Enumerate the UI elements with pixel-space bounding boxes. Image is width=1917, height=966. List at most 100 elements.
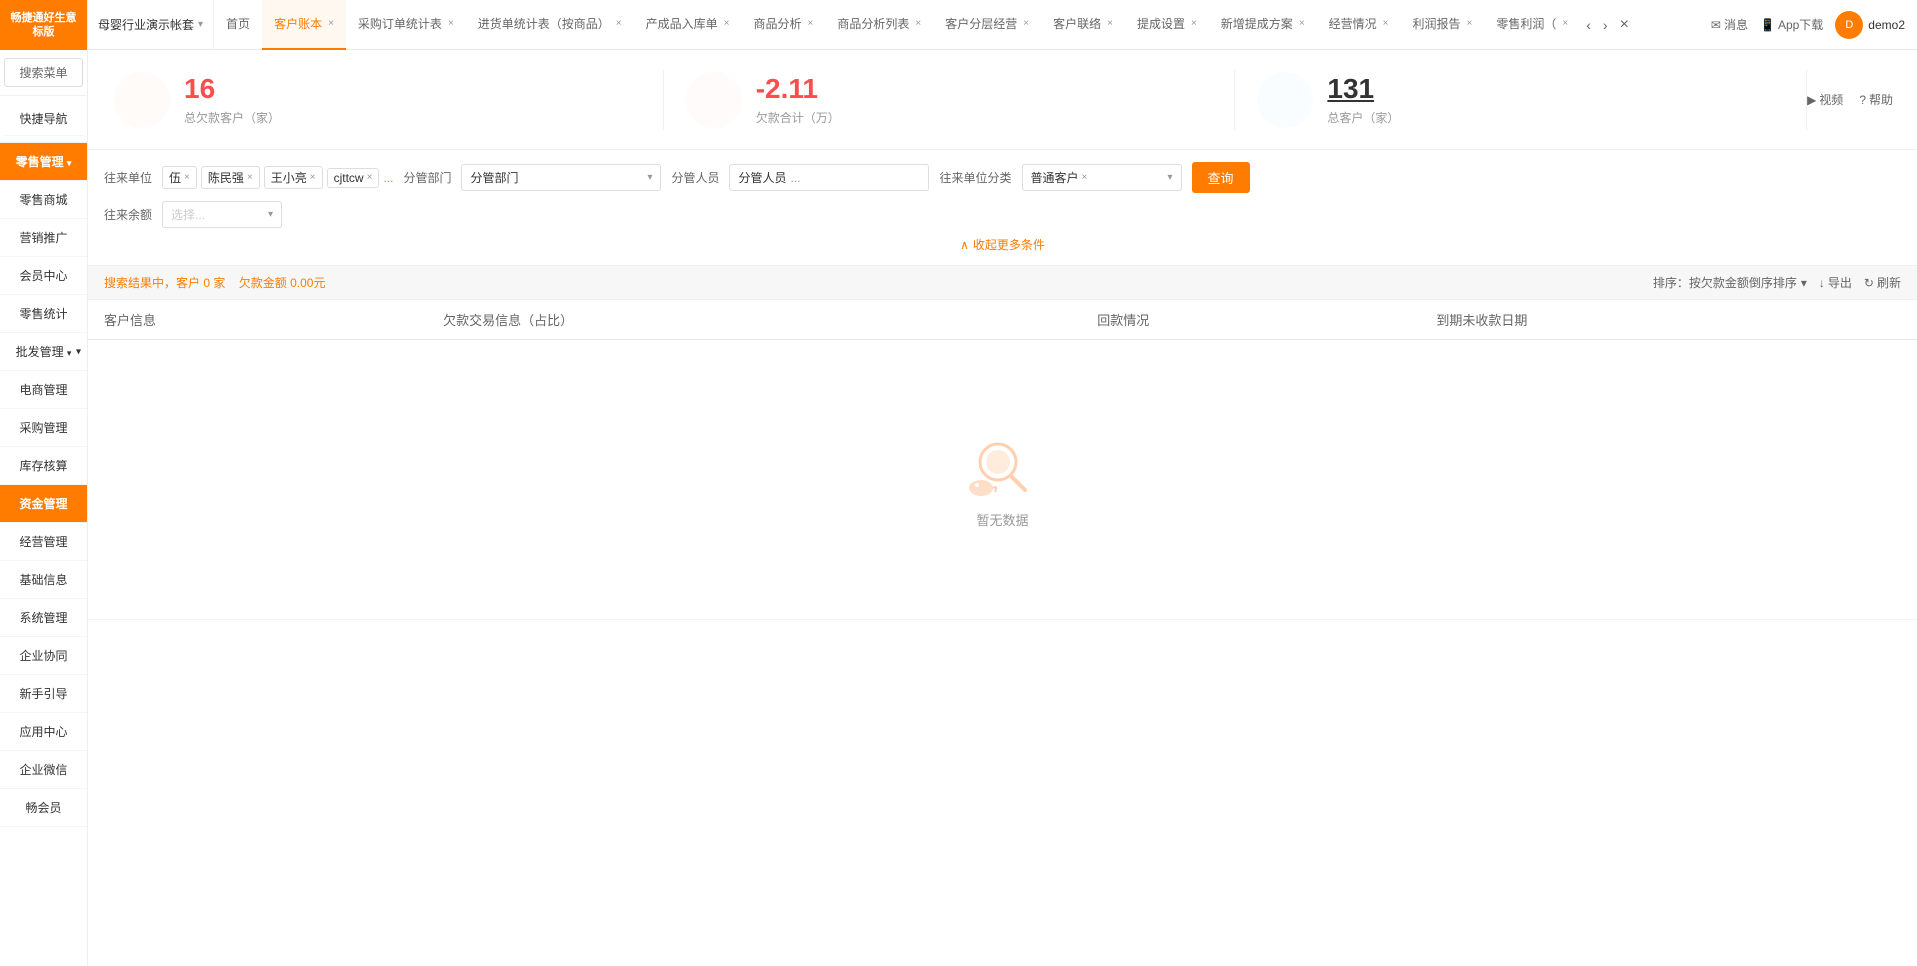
tab-product-analysis-list-close[interactable]: × bbox=[915, 18, 921, 29]
tab-promotion-settings-close[interactable]: × bbox=[1191, 18, 1197, 29]
sidebar-item-operations[interactable]: 经营管理 bbox=[0, 523, 87, 561]
sidebar-item-zero-mall[interactable]: 零售商城 bbox=[0, 181, 87, 219]
tab-new-promotion-close[interactable]: × bbox=[1299, 18, 1305, 29]
results-sort[interactable]: 排序：按欠款金额倒序排序 ▾ bbox=[1653, 274, 1807, 291]
sidebar-item-member[interactable]: 会员中心 bbox=[0, 257, 87, 295]
tab-profit-report[interactable]: 利润报告 × bbox=[1401, 0, 1485, 50]
sidebar-item-finance[interactable]: 资金管理 bbox=[0, 485, 87, 523]
unit-tag-wu-close[interactable]: × bbox=[184, 172, 190, 183]
sidebar-item-retail-stats[interactable]: 零售统计 bbox=[0, 295, 87, 333]
dept-select[interactable]: 分管部门 ▾ bbox=[461, 164, 661, 191]
sidebar-item-vip[interactable]: 畅会员 bbox=[0, 789, 87, 827]
unit-tag-more[interactable]: ... bbox=[383, 171, 393, 185]
tab-purchase-order-stats-close[interactable]: × bbox=[448, 18, 454, 29]
debt-icon-symbol: ◇ bbox=[703, 83, 725, 116]
person-more[interactable]: ... bbox=[791, 171, 801, 185]
balance-filter-label: 往来余额 bbox=[104, 206, 152, 223]
sidebar-item-enterprise[interactable]: 企业协同 bbox=[0, 637, 87, 675]
nav-scroll-right[interactable]: › bbox=[1597, 0, 1614, 50]
message-label: 消息 bbox=[1724, 16, 1748, 33]
user-menu[interactable]: D demo2 bbox=[1835, 11, 1905, 39]
balance-arrow: ▾ bbox=[268, 209, 273, 220]
search-menu-button[interactable]: 搜索菜单 bbox=[4, 58, 83, 87]
tab-profit-report-close[interactable]: × bbox=[1467, 18, 1473, 29]
collapse-button[interactable]: ∧ 收起更多条件 bbox=[104, 236, 1901, 253]
sidebar-item-system[interactable]: 系统管理 bbox=[0, 599, 87, 637]
person-select[interactable]: 分管人员 ... bbox=[729, 164, 929, 191]
filter-bar: 往来单位 伍 × 陈民强 × 王小亮 × bbox=[88, 150, 1917, 266]
data-table: 客户信息 欠款交易信息（占比） 回款情况 到期未收款日期 bbox=[88, 300, 1917, 620]
message-button[interactable]: ✉ 消息 bbox=[1711, 16, 1748, 33]
nav-scroll-left[interactable]: ‹ bbox=[1580, 0, 1597, 50]
stat-clients-icon: ▦ bbox=[1255, 70, 1315, 130]
unit-tag-chen-close[interactable]: × bbox=[247, 172, 253, 183]
tab-new-promotion[interactable]: 新增提成方案 × bbox=[1209, 0, 1317, 50]
nav-close-all[interactable]: × bbox=[1614, 0, 1635, 50]
tab-purchase-order-stats[interactable]: 采购订单统计表 × bbox=[346, 0, 466, 50]
stat-customers-icon: ¥ bbox=[112, 70, 172, 130]
sidebar-item-basic-info[interactable]: 基础信息 bbox=[0, 561, 87, 599]
sidebar-item-zero-retail[interactable]: 零售管理 ▾ bbox=[0, 143, 87, 181]
sidebar-item-app-center[interactable]: 应用中心 bbox=[0, 713, 87, 751]
tab-promotion-settings-label: 提成设置 bbox=[1137, 15, 1185, 32]
unit-category-select[interactable]: 普通客户 × ▾ bbox=[1022, 164, 1182, 191]
export-icon: ↓ bbox=[1819, 276, 1825, 290]
stats-bar: ¥ 16 总欠款客户（家） ◇ - bbox=[88, 50, 1917, 150]
export-button[interactable]: ↓ 导出 bbox=[1819, 274, 1852, 291]
query-button[interactable]: 查询 bbox=[1192, 162, 1250, 193]
help-label: 帮助 bbox=[1869, 91, 1893, 108]
tab-product-analysis-close[interactable]: × bbox=[808, 18, 814, 29]
sidebar-item-wechat[interactable]: 企业微信 bbox=[0, 751, 87, 789]
unit-category-close[interactable]: × bbox=[1082, 172, 1088, 183]
sidebar-item-wholesale[interactable]: 批发管理 ▾ bbox=[0, 333, 87, 371]
sidebar-item-stock[interactable]: 库存核算 bbox=[0, 447, 87, 485]
tab-customer-segment-close[interactable]: × bbox=[1023, 18, 1029, 29]
unit-filter-label: 往来单位 bbox=[104, 169, 152, 186]
quick-nav-button[interactable]: 快捷导航 bbox=[4, 102, 83, 136]
collapse-arrow-icon: ∧ bbox=[960, 238, 969, 252]
unit-tag-cjttcw-close[interactable]: × bbox=[367, 172, 373, 183]
unit-tag-chen: 陈民强 × bbox=[201, 166, 260, 189]
tab-product-instock[interactable]: 产成品入库单 × bbox=[634, 0, 742, 50]
tab-product-analysis[interactable]: 商品分析 × bbox=[742, 0, 826, 50]
tab-promotion-settings[interactable]: 提成设置 × bbox=[1125, 0, 1209, 50]
sidebar-item-marketing[interactable]: 营销推广 bbox=[0, 219, 87, 257]
table-header: 客户信息 欠款交易信息（占比） 回款情况 到期未收款日期 bbox=[88, 300, 1917, 340]
tab-retail-profit[interactable]: 零售利润（ × bbox=[1484, 0, 1580, 50]
person-filter-label: 分管人员 bbox=[671, 169, 719, 186]
balance-select[interactable]: 选择... ▾ bbox=[162, 201, 282, 228]
tab-customer-account[interactable]: 客户账本 × bbox=[262, 0, 346, 50]
tab-product-analysis-list[interactable]: 商品分析列表 × bbox=[825, 0, 933, 50]
empty-state-cell: 暂无数据 bbox=[88, 340, 1917, 620]
tab-customer-segment[interactable]: 客户分层经营 × bbox=[933, 0, 1041, 50]
col-customer-info: 客户信息 bbox=[88, 300, 427, 340]
sidebar-item-new-guide[interactable]: 新手引导 bbox=[0, 675, 87, 713]
sidebar-nav: 零售管理 ▾ 零售商城 营销推广 会员中心 零售统计 批发管理 ▾ 电商管理 采… bbox=[0, 143, 87, 966]
account-suite-dropdown[interactable]: 母婴行业演示帐套 ▾ bbox=[88, 0, 214, 50]
account-suite-arrow: ▾ bbox=[198, 19, 203, 30]
help-button[interactable]: ? 帮助 bbox=[1859, 91, 1893, 108]
tab-retail-profit-close[interactable]: × bbox=[1562, 18, 1568, 29]
tab-customer-account-close[interactable]: × bbox=[328, 18, 334, 29]
sidebar-item-ecommerce[interactable]: 电商管理 bbox=[0, 371, 87, 409]
page-content: ¥ 16 总欠款客户（家） ◇ - bbox=[88, 50, 1917, 966]
tab-home[interactable]: 首页 bbox=[214, 0, 262, 50]
refresh-button[interactable]: ↻ 刷新 bbox=[1864, 274, 1901, 291]
stat-total-customers: ¥ 16 总欠款客户（家） bbox=[112, 70, 664, 130]
results-actions: 排序：按欠款金额倒序排序 ▾ ↓ 导出 ↻ 刷新 bbox=[1653, 274, 1901, 291]
tab-customer-contact-close[interactable]: × bbox=[1107, 18, 1113, 29]
tab-product-instock-close[interactable]: × bbox=[724, 18, 730, 29]
unit-tag-cjttcw: cjttcw × bbox=[327, 168, 380, 188]
tab-stock-stats-close[interactable]: × bbox=[616, 18, 622, 29]
app-download-icon: 📱 bbox=[1760, 18, 1775, 32]
tab-customer-contact[interactable]: 客户联络 × bbox=[1041, 0, 1125, 50]
app-download-button[interactable]: 📱 App下载 bbox=[1760, 16, 1823, 33]
tab-business-situation-close[interactable]: × bbox=[1383, 18, 1389, 29]
sidebar-item-purchase[interactable]: 采购管理 bbox=[0, 409, 87, 447]
tab-stock-stats[interactable]: 进货单统计表（按商品） × bbox=[466, 0, 634, 50]
unit-tag-wang-close[interactable]: × bbox=[310, 172, 316, 183]
tab-business-situation[interactable]: 经营情况 × bbox=[1317, 0, 1401, 50]
video-help-button[interactable]: ▶ 视频 bbox=[1807, 91, 1843, 108]
dept-placeholder: 分管部门 bbox=[470, 169, 518, 186]
account-suite-label: 母婴行业演示帐套 bbox=[98, 16, 194, 33]
